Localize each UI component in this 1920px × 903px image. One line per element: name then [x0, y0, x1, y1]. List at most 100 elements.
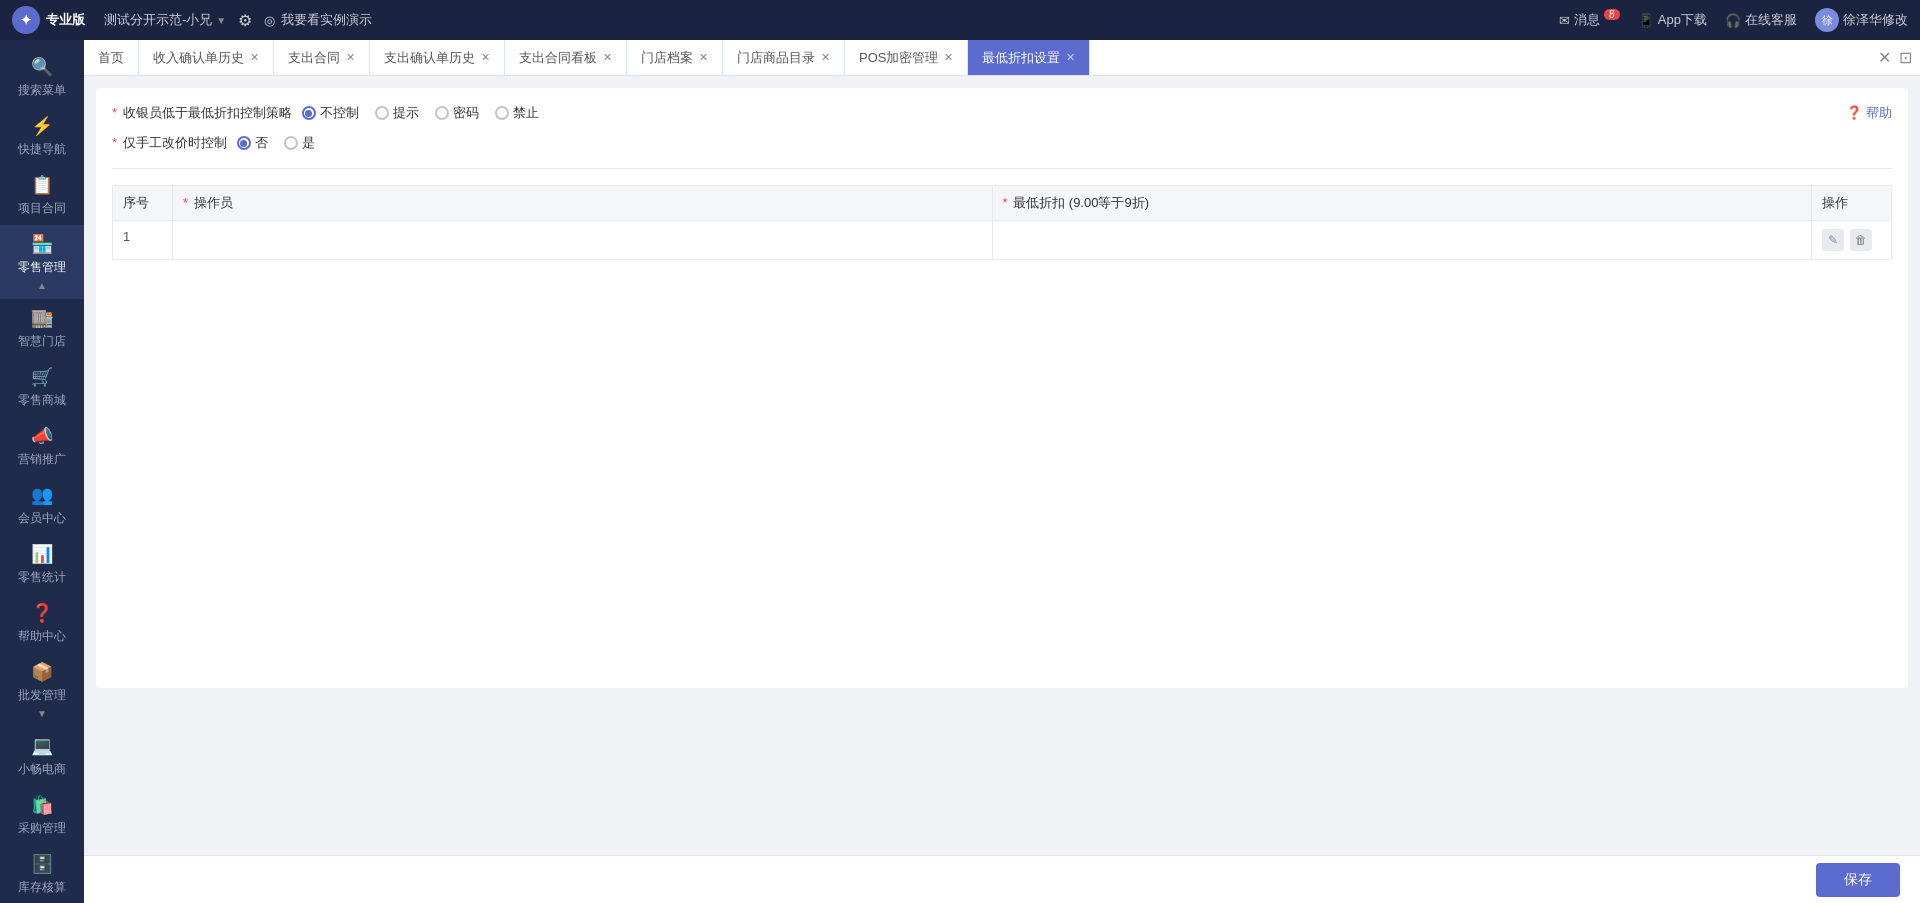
edit-icon[interactable]: ✎ — [1822, 229, 1844, 251]
wholesale-expand-icon: ▼ — [37, 708, 47, 719]
sidebar-item-project-contract[interactable]: 📋 项目合同 — [0, 166, 84, 225]
messages-icon: ✉ — [1559, 13, 1570, 28]
tab-home-label: 首页 — [98, 49, 124, 67]
radio-prompt-label: 提示 — [393, 104, 419, 122]
radio-manual-no[interactable]: 否 — [237, 134, 268, 152]
sidebar-label-quicknav: 快捷导航 — [18, 141, 66, 158]
member-icon: 👥 — [31, 484, 53, 506]
sidebar-label-ecommerce: 零售商城 — [18, 392, 66, 409]
tab-expense-board[interactable]: 支出合同看板 ✕ — [505, 40, 627, 76]
tab-min-discount-label: 最低折扣设置 — [982, 49, 1060, 67]
retail-icon: 🏪 — [31, 233, 53, 255]
radio-password[interactable]: 密码 — [435, 104, 479, 122]
action-icons: ✎ 🗑 — [1822, 229, 1881, 251]
tab-income-history-label: 收入确认单历史 — [153, 49, 244, 67]
radio-no-control[interactable]: 不控制 — [302, 104, 359, 122]
operator-input[interactable] — [183, 229, 982, 244]
tab-pos-security[interactable]: POS加密管理 ✕ — [845, 40, 968, 76]
project-selector[interactable]: 测试分开示范-小兄 ▼ — [104, 11, 226, 29]
sidebar-item-inventory[interactable]: 🗄️ 库存核算 — [0, 845, 84, 903]
sidebar-item-marketing[interactable]: 📣 营销推广 — [0, 417, 84, 476]
sidebar-item-retail-mgmt[interactable]: 🏪 零售管理 ▲ — [0, 225, 84, 299]
radio-forbid-label: 禁止 — [513, 104, 539, 122]
sidebar-item-search[interactable]: 🔍 搜索菜单 — [0, 48, 84, 107]
tab-expense-board-label: 支出合同看板 — [519, 49, 597, 67]
th-operator: * 操作员 — [173, 186, 993, 221]
sidebar-item-quicknav[interactable]: ⚡ 快捷导航 — [0, 107, 84, 166]
discount-strategy-row: * 收银员低于最低折扣控制策略 不控制 提示 — [112, 104, 1892, 122]
radio-no-control-label: 不控制 — [320, 104, 359, 122]
sidebar-item-help[interactable]: ❓ 帮助中心 — [0, 594, 84, 653]
table-header-row: 序号 * 操作员 * 最低折扣 (9.00等于9折) — [113, 186, 1892, 221]
demo-label: 我要看实例演示 — [281, 11, 372, 29]
main-layout: 🔍 搜索菜单 ⚡ 快捷导航 📋 项目合同 🏪 零售管理 ▲ 🏬 智慧门店 🛒 零… — [0, 40, 1920, 903]
inventory-icon: 🗄️ — [31, 853, 53, 875]
tab-pos-security-close[interactable]: ✕ — [944, 51, 953, 64]
help-link[interactable]: ❓ 帮助 — [1846, 104, 1892, 122]
tab-expense-contract[interactable]: 支出合同 ✕ — [274, 40, 370, 76]
tab-expense-contract-close[interactable]: ✕ — [346, 51, 355, 64]
contract-icon: 📋 — [31, 174, 53, 196]
tab-min-discount-close[interactable]: ✕ — [1066, 51, 1075, 64]
online-support-label: 在线客服 — [1745, 11, 1797, 29]
ecommerce-icon: 🛒 — [31, 366, 53, 388]
tab-store-file-label: 门店档案 — [641, 49, 693, 67]
avatar-initials: 徐 — [1822, 13, 1833, 28]
tab-store-catalog-close[interactable]: ✕ — [821, 51, 830, 64]
discount-table: 序号 * 操作员 * 最低折扣 (9.00等于9折) — [112, 185, 1892, 260]
quicknav-icon: ⚡ — [31, 115, 53, 137]
app-download-button[interactable]: 📱 App下载 — [1638, 11, 1707, 29]
tab-store-catalog[interactable]: 门店商品目录 ✕ — [723, 40, 845, 76]
demo-button[interactable]: ◎ 我要看实例演示 — [264, 11, 372, 29]
tab-income-history-close[interactable]: ✕ — [250, 51, 259, 64]
tab-close-all-icon[interactable]: ✕ — [1878, 48, 1891, 67]
cell-discount[interactable] — [992, 221, 1812, 260]
page-card: * 收银员低于最低折扣控制策略 不控制 提示 — [96, 88, 1908, 688]
tab-expense-confirm-history-close[interactable]: ✕ — [481, 51, 490, 64]
xiaochang-icon: 💻 — [31, 735, 53, 757]
tab-expense-confirm-history[interactable]: 支出确认单历史 ✕ — [370, 40, 505, 76]
discount-strategy-label: * 收银员低于最低折扣控制策略 — [112, 104, 292, 122]
tab-expand-icon[interactable]: ⊡ — [1899, 48, 1912, 67]
save-button[interactable]: 保存 — [1816, 863, 1900, 897]
th-discount-star: * — [1003, 195, 1008, 210]
tab-expense-contract-label: 支出合同 — [288, 49, 340, 67]
messages-button[interactable]: ✉ 消息 8 — [1559, 11, 1620, 29]
tab-store-file[interactable]: 门店档案 ✕ — [627, 40, 723, 76]
logo: ✦ 专业版 — [12, 6, 96, 34]
search-icon: 🔍 — [31, 56, 53, 78]
sidebar-item-xiaochang[interactable]: 💻 小畅电商 — [0, 727, 84, 786]
cell-operator[interactable] — [173, 221, 993, 260]
settings-icon[interactable]: ⚙ — [238, 11, 252, 30]
discount-input[interactable] — [1003, 229, 1802, 244]
manual-price-row: * 仅手工改价时控制 否 是 — [112, 134, 1892, 152]
online-support-button[interactable]: 🎧 在线客服 — [1725, 11, 1797, 29]
sidebar-item-wholesale[interactable]: 📦 批发管理 ▼ — [0, 653, 84, 727]
wholesale-icon: 📦 — [31, 661, 53, 683]
th-operator-star: * — [183, 195, 188, 210]
radio-prompt[interactable]: 提示 — [375, 104, 419, 122]
radio-forbid[interactable]: 禁止 — [495, 104, 539, 122]
radio-password-circle — [435, 106, 449, 120]
sidebar-item-purchase[interactable]: 🛍️ 采购管理 — [0, 786, 84, 845]
tab-store-file-close[interactable]: ✕ — [699, 51, 708, 64]
tab-min-discount[interactable]: 最低折扣设置 ✕ — [968, 40, 1090, 76]
sidebar-item-member[interactable]: 👥 会员中心 — [0, 476, 84, 535]
top-bar-right: ✉ 消息 8 📱 App下载 🎧 在线客服 徐 徐泽华修改 — [1559, 8, 1908, 32]
sidebar-label-purchase: 采购管理 — [18, 820, 66, 837]
sidebar: 🔍 搜索菜单 ⚡ 快捷导航 📋 项目合同 🏪 零售管理 ▲ 🏬 智慧门店 🛒 零… — [0, 40, 84, 903]
tab-expense-board-close[interactable]: ✕ — [603, 51, 612, 64]
radio-manual-yes[interactable]: 是 — [284, 134, 315, 152]
sidebar-item-smart-store[interactable]: 🏬 智慧门店 — [0, 299, 84, 358]
phone-icon: 📱 — [1638, 13, 1654, 28]
tab-home[interactable]: 首页 — [84, 40, 139, 76]
sidebar-item-retail-stats[interactable]: 📊 零售统计 — [0, 535, 84, 594]
tab-income-history[interactable]: 收入确认单历史 ✕ — [139, 40, 274, 76]
help-icon: ❓ — [31, 602, 53, 624]
radio-manual-yes-circle — [284, 136, 298, 150]
radio-forbid-circle — [495, 106, 509, 120]
delete-icon[interactable]: 🗑 — [1850, 229, 1872, 251]
sidebar-item-ecommerce[interactable]: 🛒 零售商城 — [0, 358, 84, 417]
user-profile[interactable]: 徐 徐泽华修改 — [1815, 8, 1908, 32]
th-seq: 序号 — [113, 186, 173, 221]
